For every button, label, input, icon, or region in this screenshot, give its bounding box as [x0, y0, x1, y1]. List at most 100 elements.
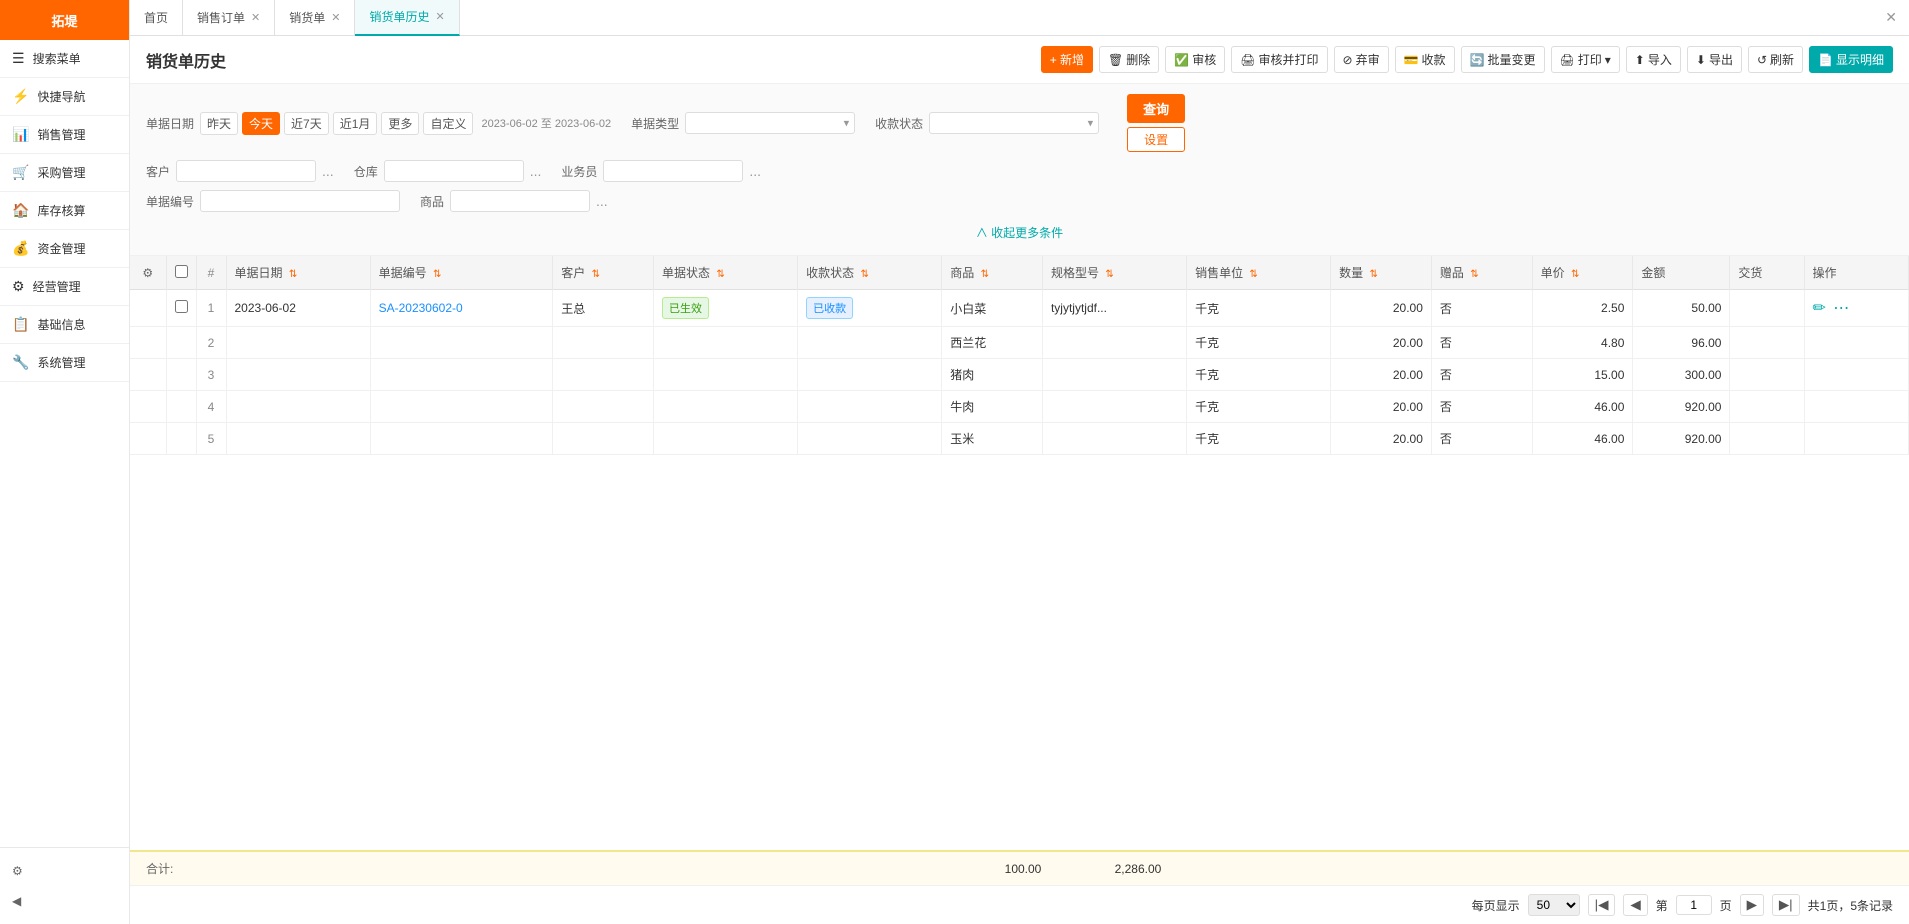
- prev-page-button[interactable]: ◀: [1623, 894, 1647, 916]
- date-btn-1month[interactable]: 近1月: [333, 112, 378, 135]
- row-goods: 猪肉: [942, 359, 1043, 391]
- doc-status-badge: 已生效: [662, 297, 709, 319]
- warehouse-input[interactable]: [384, 160, 524, 182]
- export-button[interactable]: ⬇ 导出: [1687, 46, 1742, 73]
- column-sales-unit[interactable]: 销售单位 ⇅: [1187, 256, 1331, 290]
- refresh-button[interactable]: ↺ 刷新: [1748, 46, 1803, 73]
- salesperson-dots[interactable]: ...: [749, 163, 761, 179]
- tab-sales-order[interactable]: 销售订单 ✕: [183, 0, 275, 36]
- tab-sales-goods-close[interactable]: ✕: [331, 11, 340, 24]
- row-doc-status: [654, 359, 798, 391]
- column-goods[interactable]: 商品 ⇅: [942, 256, 1043, 290]
- tab-home[interactable]: 首页: [130, 0, 183, 36]
- collect-status-select[interactable]: [929, 112, 1099, 134]
- column-num: #: [196, 256, 226, 290]
- row-customer: [553, 423, 654, 455]
- sort-doc-status-icon[interactable]: ⇅: [716, 269, 724, 280]
- column-customer[interactable]: 客户 ⇅: [553, 256, 654, 290]
- row-unit-price: 46.00: [1532, 423, 1633, 455]
- column-checkbox: [166, 256, 196, 290]
- select-all-checkbox[interactable]: [175, 265, 188, 278]
- batch-change-button[interactable]: 🔄 批量变更: [1461, 46, 1545, 73]
- doc-type-select[interactable]: [685, 112, 855, 134]
- sidebar-item-inventory-calc[interactable]: 🏠 库存核算: [0, 192, 129, 230]
- sort-unit-price-icon[interactable]: ⇅: [1571, 269, 1579, 280]
- sort-customer-icon[interactable]: ⇅: [592, 269, 600, 280]
- sort-collect-status-icon[interactable]: ⇅: [860, 269, 868, 280]
- goods-dots[interactable]: ...: [596, 193, 608, 209]
- date-btn-custom[interactable]: 自定义: [423, 112, 473, 135]
- page-label: 第: [1656, 897, 1668, 914]
- sort-spec-type-icon[interactable]: ⇅: [1105, 269, 1113, 280]
- column-spec-type-label: 规格型号: [1051, 266, 1099, 280]
- tab-sales-history-close[interactable]: ✕: [436, 10, 445, 23]
- last-page-button[interactable]: ▶|: [1772, 894, 1800, 916]
- import-button[interactable]: ⬆ 导入: [1626, 46, 1681, 73]
- sort-gift-icon[interactable]: ⇅: [1470, 269, 1478, 280]
- sidebar-item-basic-info[interactable]: 📋 基础信息: [0, 306, 129, 344]
- tab-sales-goods-label: 销货单: [289, 9, 325, 26]
- date-btn-today[interactable]: 今天: [242, 112, 280, 135]
- sidebar-item-quick-nav[interactable]: ⚡ 快捷导航: [0, 78, 129, 116]
- tab-sales-history[interactable]: 销货单历史 ✕: [355, 0, 459, 36]
- doc-no-filter-item: 单据编号: [146, 190, 400, 212]
- column-quantity[interactable]: 数量 ⇅: [1331, 256, 1432, 290]
- sidebar-item-operations-mgmt[interactable]: ⚙ 经营管理: [0, 268, 129, 306]
- sidebar-item-search-menu[interactable]: ☰ 搜索菜单: [0, 40, 129, 78]
- sidebar-bottom-settings[interactable]: ⚙: [0, 856, 129, 886]
- goods-filter-item: 商品 ...: [420, 190, 608, 212]
- collect-button[interactable]: 💳 收款: [1395, 46, 1455, 73]
- row-checkbox[interactable]: [175, 300, 188, 313]
- audit-print-button[interactable]: 🖨 审核并打印: [1231, 46, 1327, 73]
- page-size-select[interactable]: 50: [1528, 894, 1580, 916]
- column-spec-type[interactable]: 规格型号 ⇅: [1042, 256, 1186, 290]
- column-unit-price[interactable]: 单价 ⇅: [1532, 256, 1633, 290]
- column-gift[interactable]: 赠品 ⇅: [1431, 256, 1532, 290]
- sidebar-collapse-btn[interactable]: ◀: [0, 886, 129, 916]
- column-doc-date[interactable]: 单据日期 ⇅: [226, 256, 370, 290]
- first-page-button[interactable]: |◀: [1588, 894, 1616, 916]
- sort-doc-date-icon[interactable]: ⇅: [289, 269, 297, 280]
- tab-sales-goods[interactable]: 销货单 ✕: [275, 0, 355, 36]
- date-btn-7days[interactable]: 近7天: [284, 112, 329, 135]
- column-collect-status[interactable]: 收款状态 ⇅: [798, 256, 942, 290]
- salesperson-input[interactable]: [603, 160, 743, 182]
- column-doc-status[interactable]: 单据状态 ⇅: [654, 256, 798, 290]
- new-button[interactable]: + 新增: [1041, 46, 1093, 73]
- goods-input[interactable]: [450, 190, 590, 212]
- more-action-icon[interactable]: ⋯: [1833, 300, 1849, 317]
- delete-button[interactable]: 🗑 删除: [1099, 46, 1159, 73]
- next-page-button[interactable]: ▶: [1740, 894, 1764, 916]
- row-settings-cell: [130, 391, 166, 423]
- sidebar-item-sales-mgmt[interactable]: 📊 销售管理: [0, 116, 129, 154]
- audit-button[interactable]: ✅ 审核: [1165, 46, 1225, 73]
- date-btn-yesterday[interactable]: 昨天: [200, 112, 238, 135]
- column-settings[interactable]: ⚙: [130, 256, 166, 290]
- close-all-tabs-button[interactable]: ✕: [1873, 9, 1909, 26]
- show-detail-button[interactable]: 📄 显示明细: [1809, 46, 1893, 73]
- sidebar-item-finance-mgmt[interactable]: 💰 资金管理: [0, 230, 129, 268]
- sort-goods-icon[interactable]: ⇅: [981, 269, 989, 280]
- row-spec-type: tyjytjytjdf...: [1042, 290, 1186, 327]
- row-unit-price: 15.00: [1532, 359, 1633, 391]
- customer-dots[interactable]: ...: [322, 163, 334, 179]
- date-btn-more[interactable]: 更多: [381, 112, 419, 135]
- query-button[interactable]: 查询: [1127, 94, 1185, 123]
- abandon-button[interactable]: ⊘ 弃审: [1334, 46, 1389, 73]
- edit-action-icon[interactable]: ✏: [1813, 300, 1826, 317]
- doc-no-input[interactable]: [200, 190, 400, 212]
- page-number-input[interactable]: [1676, 895, 1712, 915]
- sort-sales-unit-icon[interactable]: ⇅: [1249, 269, 1257, 280]
- customer-input[interactable]: [176, 160, 316, 182]
- column-doc-no[interactable]: 单据编号 ⇅: [370, 256, 553, 290]
- sidebar-item-system-mgmt[interactable]: 🔧 系统管理: [0, 344, 129, 382]
- print-button[interactable]: 🖨 打印 ▾: [1551, 46, 1620, 73]
- collapse-more-filter[interactable]: ∧ 收起更多条件: [146, 220, 1893, 245]
- warehouse-dots[interactable]: ...: [530, 163, 542, 179]
- sort-quantity-icon[interactable]: ⇅: [1370, 269, 1378, 280]
- tab-sales-order-close[interactable]: ✕: [251, 11, 260, 24]
- sort-doc-no-icon[interactable]: ⇅: [433, 269, 441, 280]
- row-trade: [1730, 423, 1804, 455]
- sidebar-item-purchase-mgmt[interactable]: 🛒 采购管理: [0, 154, 129, 192]
- setting-button[interactable]: 设置: [1127, 127, 1185, 152]
